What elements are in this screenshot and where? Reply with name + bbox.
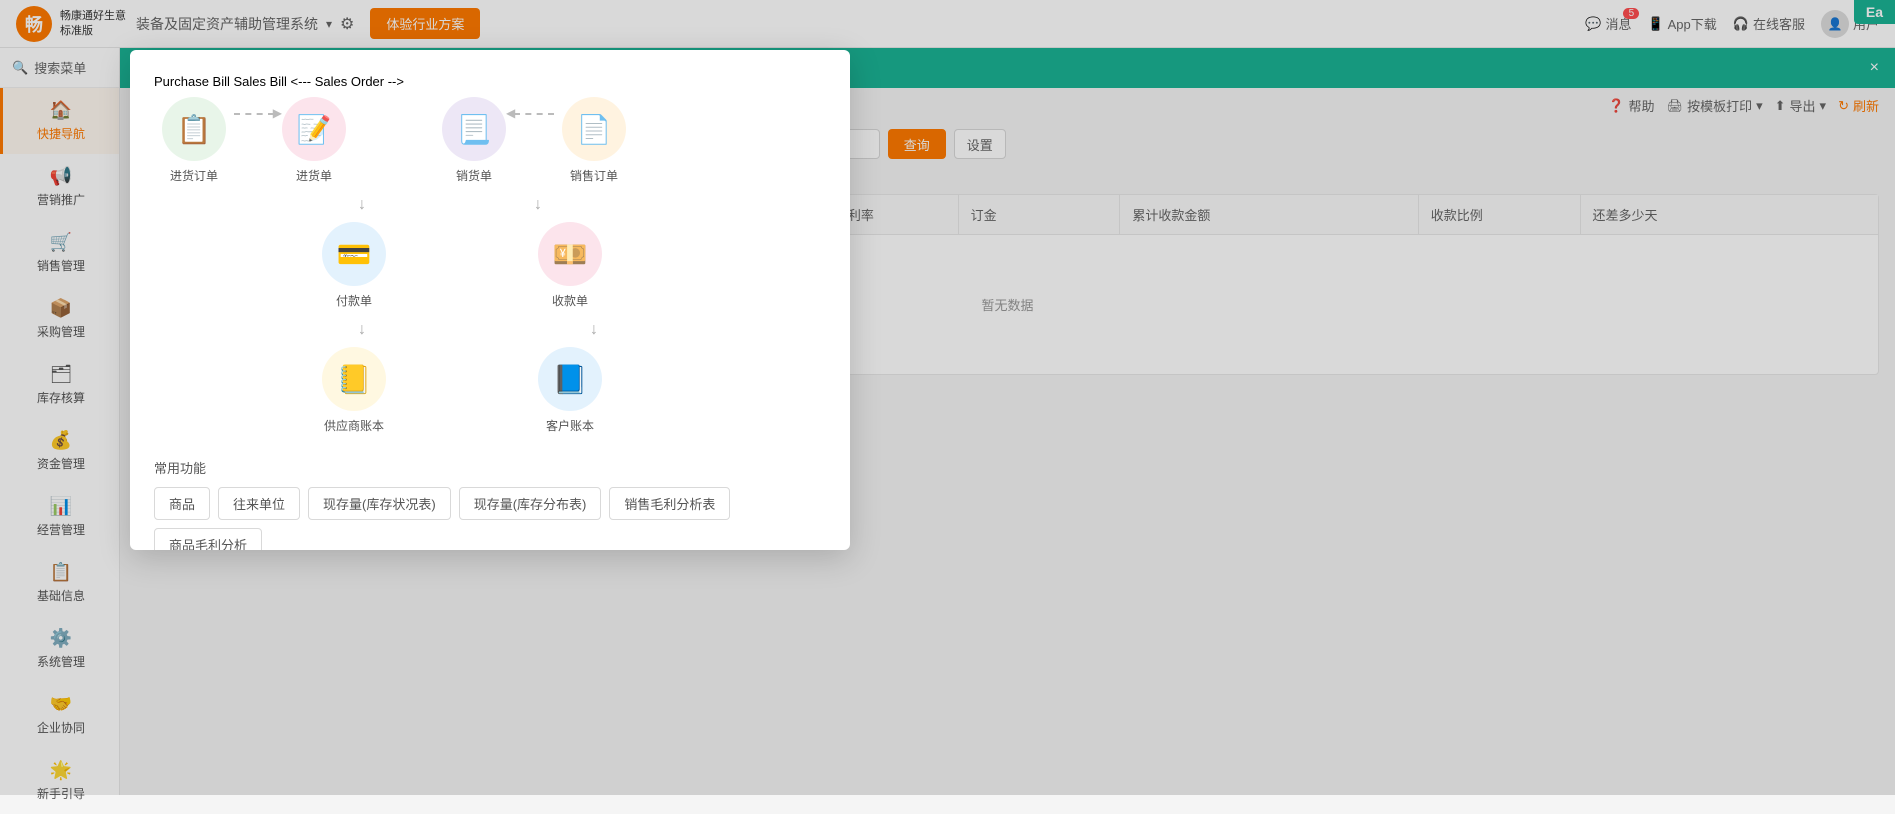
flow-node-purchase-order[interactable]: 📋 进货订单	[154, 89, 234, 192]
flow-col-sales-order: 📄 销售订单	[554, 89, 634, 192]
flow-col-sales-bill: 📃 销货单	[434, 89, 514, 192]
flow-col-supplier-account: 📒 供应商账本	[314, 339, 394, 442]
flow-node-sales-order[interactable]: 📄 销售订单	[554, 89, 634, 192]
sales-order-circle: 📄	[562, 97, 626, 161]
customer-account-label: 客户账本	[546, 417, 594, 434]
sales-bill-label: 销货单	[456, 167, 492, 184]
func-btn-sales-profit[interactable]: 销售毛利分析表	[609, 487, 730, 520]
payment-bill-circle: 💳	[322, 222, 386, 286]
quick-nav-dialog: Purchase Bill Sales Bill <--- Sales Orde…	[130, 50, 850, 550]
flow-node-receipt-bill[interactable]: 💴 收款单	[530, 214, 610, 317]
supplier-account-label: 供应商账本	[324, 417, 384, 434]
common-func-title: 常用功能	[154, 458, 826, 477]
func-btn-trading-partner[interactable]: 往来单位	[218, 487, 300, 520]
receipt-bill-label: 收款单	[552, 292, 588, 309]
sales-order-arrow: ◀	[514, 89, 554, 121]
flow-col-purchase-bill: 📝 进货单	[274, 89, 354, 192]
payment-bill-label: 付款单	[336, 292, 372, 309]
purchase-order-circle: 📋	[162, 97, 226, 161]
flow-node-sales-bill[interactable]: 📃 销货单	[434, 89, 514, 192]
supplier-account-circle: 📒	[322, 347, 386, 411]
sales-bill-circle: 📃	[442, 97, 506, 161]
flow-col-purchase-order: 📋 进货订单	[154, 89, 234, 192]
flow-node-purchase-bill[interactable]: 📝 进货单	[274, 89, 354, 192]
receipt-bill-circle: 💴	[538, 222, 602, 286]
flow-node-customer-account[interactable]: 📘 客户账本	[530, 339, 610, 442]
func-buttons-row-1: 商品 往来单位 现存量(库存状况表) 现存量(库存分布表) 销售毛利分析表 商品…	[154, 487, 826, 550]
func-btn-inventory-dist[interactable]: 现存量(库存分布表)	[459, 487, 602, 520]
sales-order-label: 销售订单	[570, 167, 618, 184]
purchase-order-label: 进货订单	[170, 167, 218, 184]
func-btn-inventory-status[interactable]: 现存量(库存状况表)	[308, 487, 451, 520]
purchase-bill-label: 进货单	[296, 167, 332, 184]
flow-col-payment-bill: 💳 付款单	[314, 214, 394, 317]
flow-node-payment-bill[interactable]: 💳 付款单	[314, 214, 394, 317]
flow-col-customer-account: 📘 客户账本	[530, 339, 610, 442]
purchase-order-arrow: ▶	[234, 89, 274, 121]
customer-account-circle: 📘	[538, 347, 602, 411]
flow-col-receipt-bill: 💴 收款单	[530, 214, 610, 317]
flow-node-supplier-account[interactable]: 📒 供应商账本	[314, 339, 394, 442]
func-btn-product-profit[interactable]: 商品毛利分析	[154, 528, 262, 550]
func-btn-product[interactable]: 商品	[154, 487, 210, 520]
purchase-bill-circle: 📝	[282, 97, 346, 161]
